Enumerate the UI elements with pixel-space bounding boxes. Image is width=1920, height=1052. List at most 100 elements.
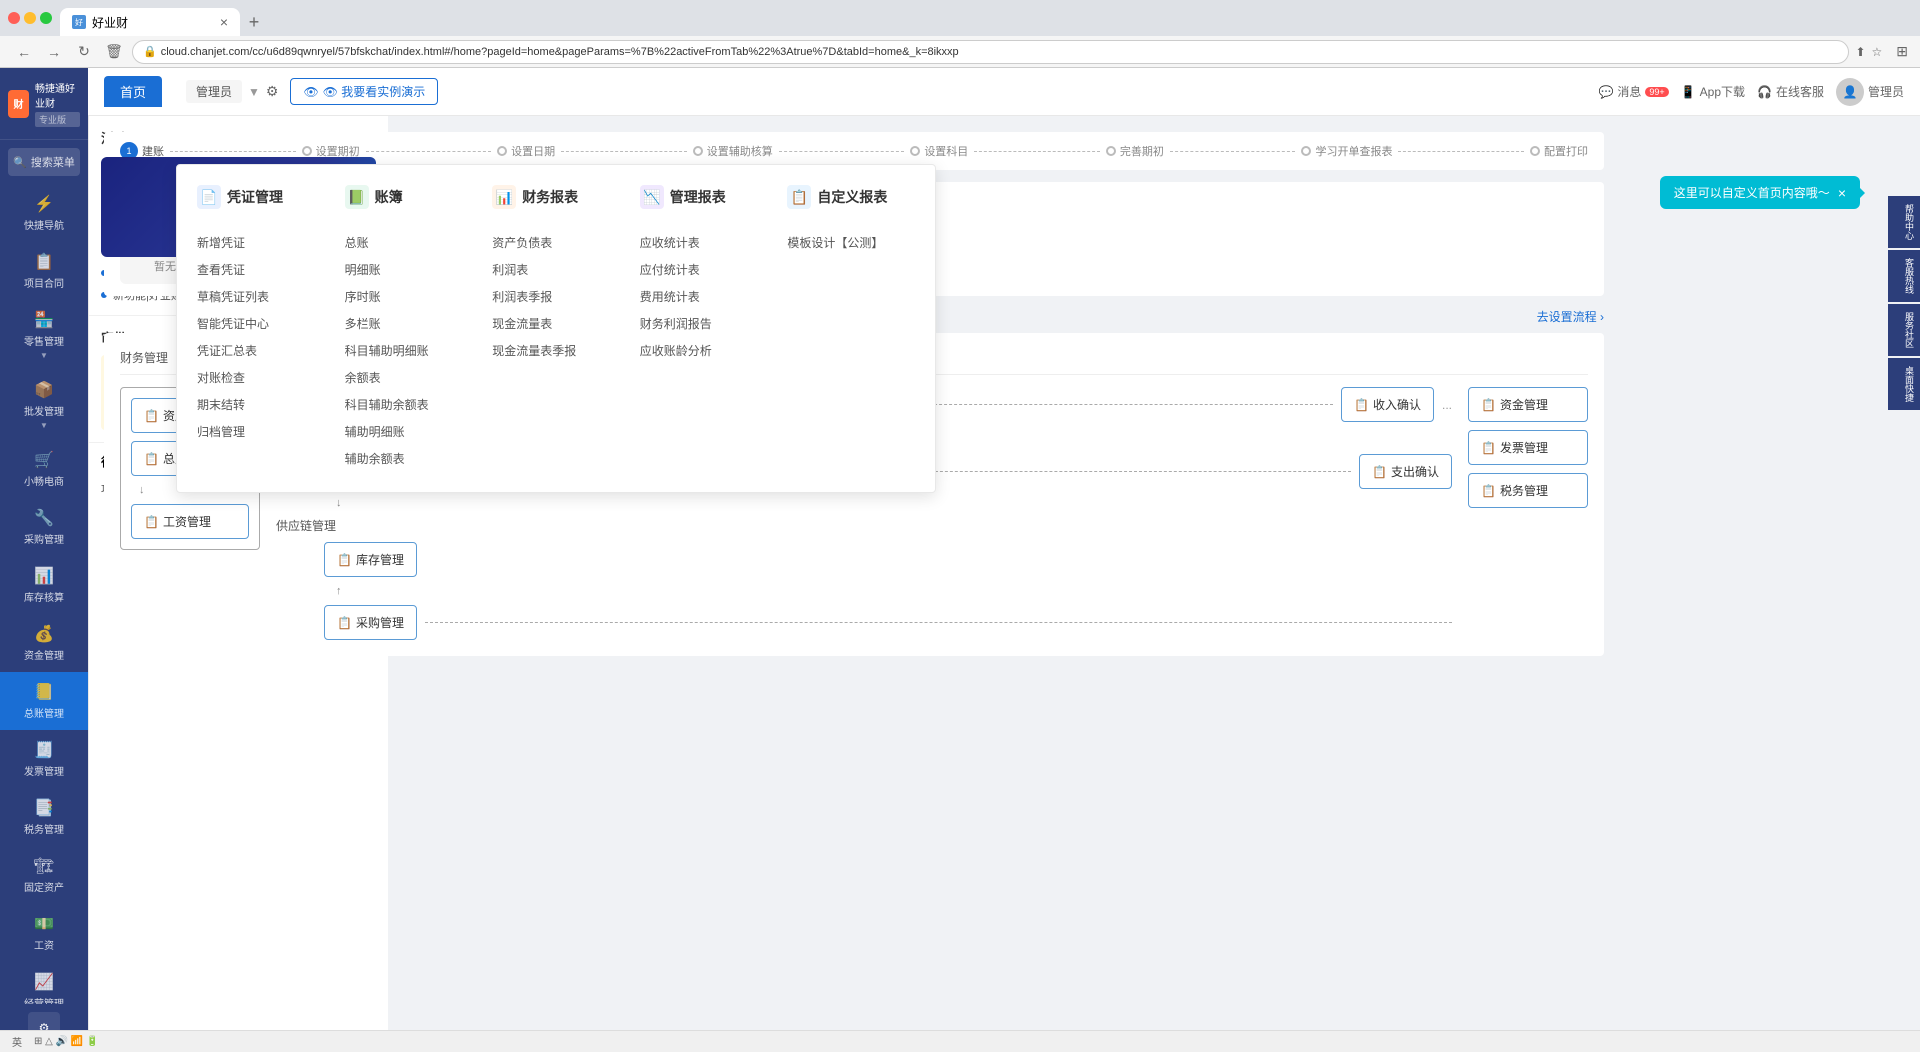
window-min-btn[interactable] [24,12,36,24]
dropdown-col-financial: 📊 财务报表 资产负债表 利润表 利润表季报 现金流量表 现金流量表季报 [492,185,620,472]
search-icon: 🔍 [13,156,27,169]
dropdown-item-chronological[interactable]: 序时账 [345,283,473,310]
sidebar-logo: 财 畅捷通好业财 专业版 [0,68,88,140]
dropdown-item-cashflow[interactable]: 现金流量表 [492,310,620,337]
settings-cog-icon[interactable]: ⚙ [266,83,279,100]
nav-forward-btn[interactable]: → [42,40,66,64]
dropdown-item-detail-ledger[interactable]: 明细账 [345,256,473,283]
dropdown-item-voucher-summary[interactable]: 凭证汇总表 [197,337,325,364]
dropdown-item-profit-report[interactable]: 财务利润报告 [640,310,768,337]
financial-header: 📊 财务报表 [492,185,620,217]
dropdown-item-subject-aux[interactable]: 科目辅助明细账 [345,337,473,364]
dropdown-item-income-quarterly[interactable]: 利润表季报 [492,283,620,310]
sidebar-item-ledger[interactable]: 📒 总账管理 [0,672,88,730]
browser-tabs: 好 好业财 × + [60,0,268,36]
dropdown-item-general-ledger[interactable]: 总账 [345,229,473,256]
retail-arrow: ▼ [40,351,48,360]
dropdown-item-reconcile[interactable]: 对账检查 [197,364,325,391]
sidebar-item-project-contract[interactable]: 📋 项目合同 [0,242,88,300]
user-profile-button[interactable]: 👤 管理员 [1836,78,1904,106]
sidebar-item-ecommerce[interactable]: 🛒 小畅电商 [0,440,88,498]
dropdown-item-balance-sheet[interactable]: 资产负债表 [492,229,620,256]
dropdown-item-payable-stat[interactable]: 应付统计表 [640,256,768,283]
voucher-title: 凭证管理 [227,187,283,207]
dropdown-item-aging[interactable]: 应收账龄分析 [640,337,768,364]
window-max-btn[interactable] [40,12,52,24]
project-contract-label: 项目合同 [24,275,64,290]
customize-tip-close-icon[interactable]: × [1838,185,1846,201]
dropdown-item-aux-detail[interactable]: 辅助明细账 [345,418,473,445]
ledger-header: 📗 账簿 [345,185,473,217]
tab-close-icon[interactable]: × [220,14,228,30]
dropdown-item-template-design[interactable]: 模板设计【公测】 [787,229,915,256]
demo-button[interactable]: 👁 👁 我要看实例演示 [290,78,438,105]
dropdown-col-voucher: 📄 凭证管理 新增凭证 查看凭证 草稿凭证列表 智能凭证中心 凭证汇总表 对账检… [197,185,325,472]
app-download-button[interactable]: 📱 App下载 [1681,83,1745,100]
app-name: 畅捷通好业财 [35,80,80,110]
dropdown-item-aux-balance[interactable]: 辅助余额表 [345,445,473,472]
window-close-btn[interactable] [8,12,20,24]
browser-chrome: 好 好业财 × + [0,0,1920,36]
dropdown-item-multi-column[interactable]: 多栏账 [345,310,473,337]
address-text: cloud.chanjet.com/cc/u6d89qwnryel/57bfsk… [161,46,959,58]
dropdown-item-income[interactable]: 利润表 [492,256,620,283]
star-icon[interactable]: ☆ [1872,45,1883,59]
sidebar-item-quick-nav[interactable]: ⚡ 快捷导航 [0,184,88,242]
active-browser-tab[interactable]: 好 好业财 × [60,8,240,36]
home-tab[interactable]: 首页 [104,76,162,107]
company-selector[interactable]: 管理员 [186,80,242,103]
top-bar-right: 💬 消息 99+ 📱 App下载 🎧 在线客服 👤 管理员 [1598,78,1904,106]
search-menu-button[interactable]: 🔍 搜索菜单 [8,148,80,176]
sidebar-item-fixed-assets[interactable]: 🏗 固定资产 [0,846,88,904]
address-bar[interactable]: 🔒 cloud.chanjet.com/cc/u6d89qwnryel/57bf… [132,40,1849,64]
sidebar-item-inventory[interactable]: 📊 库存核算 [0,556,88,614]
new-tab-button[interactable]: + [240,8,268,36]
nav-refresh-btn[interactable]: ↻ [72,40,96,64]
dropdown-item-receivable-stat[interactable]: 应收统计表 [640,229,768,256]
quick-nav-icon: ⚡ [34,194,54,214]
dropdown-item-new-voucher[interactable]: 新增凭证 [197,229,325,256]
voucher-icon: 📄 [197,185,221,209]
sidebar-item-tax[interactable]: 📑 税务管理 [0,788,88,846]
tab-title: 好业财 [92,14,128,31]
sidebar-item-capital[interactable]: 💰 资金管理 [0,614,88,672]
browser-extras: ⊞ [1896,43,1908,60]
tax-label: 税务管理 [24,821,64,836]
sidebar-logo-info: 畅捷通好业财 专业版 [35,80,80,127]
sidebar-item-ops-mgmt[interactable]: 📈 经营管理 [0,962,88,1004]
nav-delete-btn[interactable]: 🗑 [102,40,126,64]
extensions-icon[interactable]: ⊞ [1896,43,1908,60]
chevron-down-icon[interactable]: ▼ [248,85,260,99]
invoice-label: 发票管理 [24,763,64,778]
dropdown-item-view-voucher[interactable]: 查看凭证 [197,256,325,283]
sidebar-item-wholesale[interactable]: 📦 批发管理 ▼ [0,370,88,440]
sidebar-item-invoice[interactable]: 🧾 发票管理 [0,730,88,788]
dropdown-col-manage: 📉 管理报表 应收统计表 应付统计表 费用统计表 财务利润报告 应收账龄分析 [640,185,768,472]
upload-icon[interactable]: ⬆ [1855,45,1865,59]
purchase-label: 采购管理 [24,531,64,546]
dropdown-item-expense-stat[interactable]: 费用统计表 [640,283,768,310]
nav-back-btn[interactable]: ← [12,40,36,64]
ecommerce-label: 小畅电商 [24,473,64,488]
ledger-label: 总账管理 [24,705,64,720]
sidebar-item-retail[interactable]: 🏪 零售管理 ▼ [0,300,88,370]
dropdown-item-balance[interactable]: 余额表 [345,364,473,391]
online-service-button[interactable]: 🎧 在线客服 [1757,83,1824,100]
sidebar-item-purchase[interactable]: 🔧 采购管理 [0,498,88,556]
dropdown-item-archive[interactable]: 归档管理 [197,418,325,445]
dropdown-item-draft-voucher[interactable]: 草稿凭证列表 [197,283,325,310]
custom-header: 📋 自定义报表 [787,185,915,217]
service-icon: 🎧 [1757,85,1772,99]
dropdown-item-period-close[interactable]: 期末结转 [197,391,325,418]
invoice-icon: 🧾 [34,740,54,760]
dropdown-overlay[interactable]: 📄 凭证管理 新增凭证 查看凭证 草稿凭证列表 智能凭证中心 凭证汇总表 对账检… [88,116,1920,1052]
app-download-label: App下载 [1700,83,1745,100]
browser-window-controls [8,12,52,24]
message-button[interactable]: 💬 消息 99+ [1598,83,1668,100]
dropdown-item-subject-aux-balance[interactable]: 科目辅助余额表 [345,391,473,418]
dropdown-col-ledger: 📗 账簿 总账 明细账 序时账 多栏账 科目辅助明细账 余额表 科目辅助余额表 … [345,185,473,472]
voucher-header: 📄 凭证管理 [197,185,325,217]
dropdown-item-smart-voucher[interactable]: 智能凭证中心 [197,310,325,337]
sidebar-item-salary[interactable]: 💵 工资 [0,904,88,962]
dropdown-item-cashflow-quarterly[interactable]: 现金流量表季报 [492,337,620,364]
